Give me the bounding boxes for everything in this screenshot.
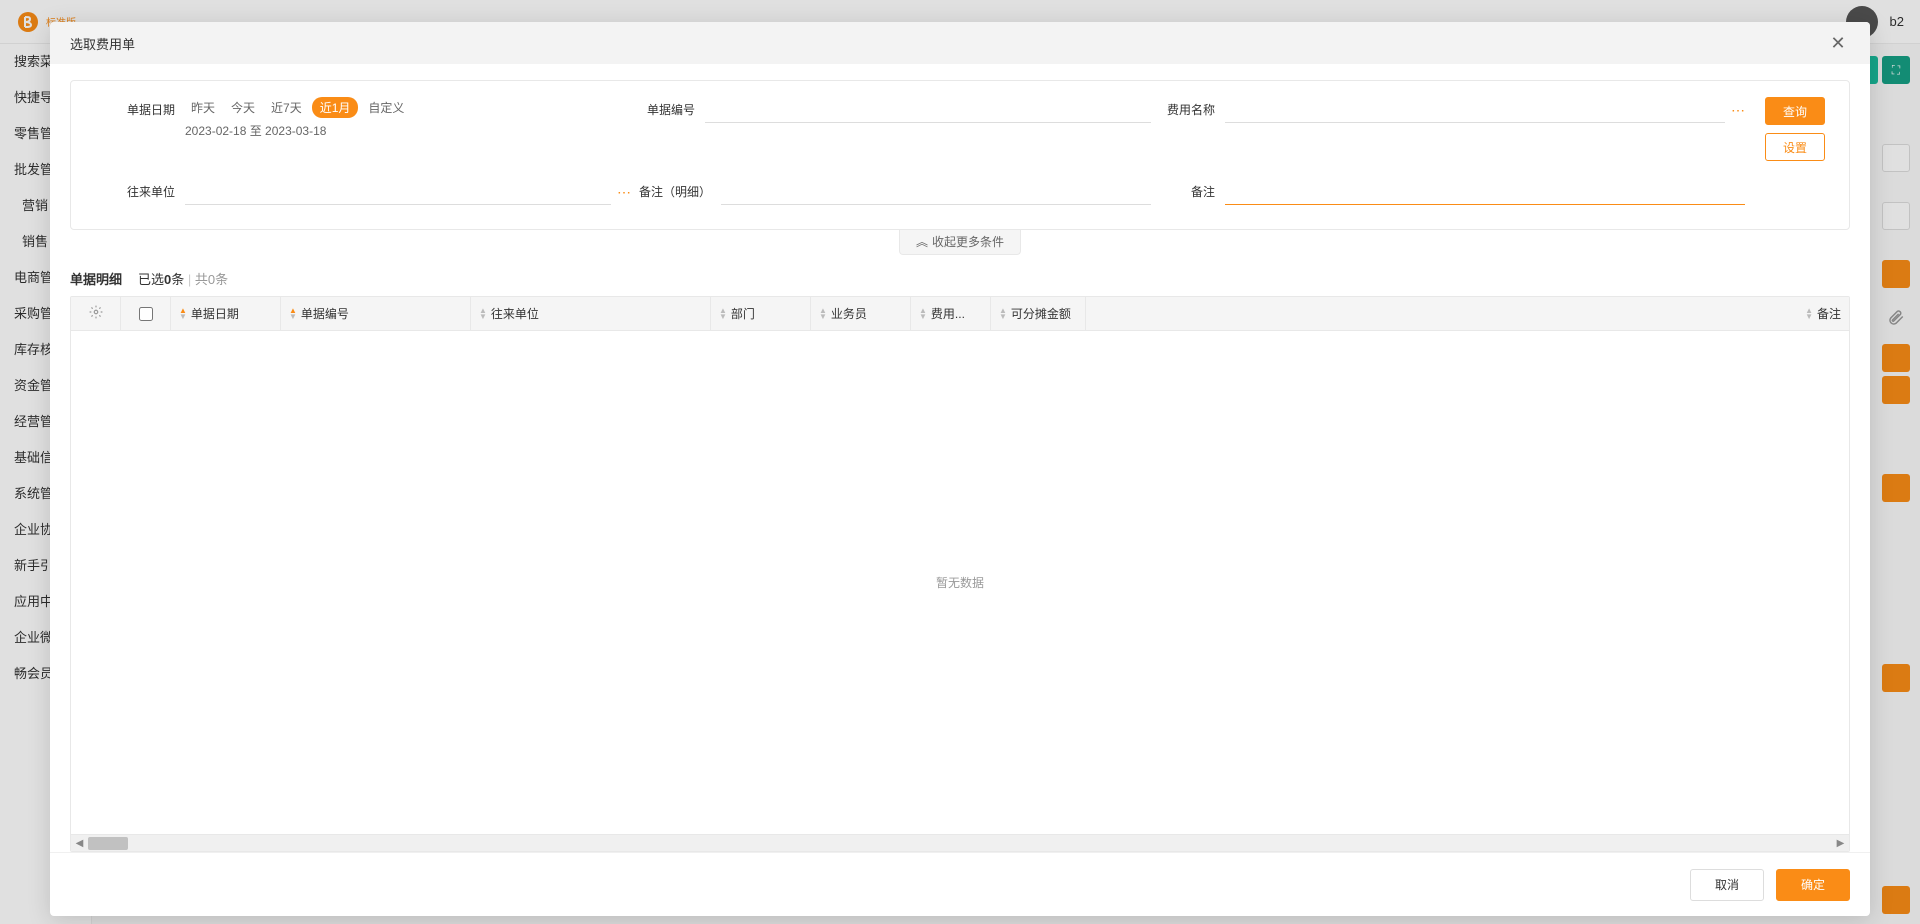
remark-input[interactable] bbox=[1225, 179, 1745, 205]
column-header-amount[interactable]: ▲▼ 可分摊金额 bbox=[991, 297, 1086, 330]
sort-icon: ▲▼ bbox=[1805, 308, 1813, 320]
column-header-remark[interactable]: ▲▼ 备注 bbox=[1086, 297, 1849, 330]
modal-title: 选取费用单 bbox=[70, 34, 135, 53]
fee-name-lookup-icon[interactable]: ⋯ bbox=[1731, 102, 1745, 119]
cancel-button[interactable]: 取消 bbox=[1690, 869, 1764, 901]
sort-icon: ▲▼ bbox=[919, 308, 927, 320]
date-chip-7days[interactable]: 近7天 bbox=[265, 97, 308, 118]
sort-icon: ▲▼ bbox=[999, 308, 1007, 320]
sort-icon: ▲▼ bbox=[819, 308, 827, 320]
filter-label-remark: 备注 bbox=[1151, 179, 1215, 205]
column-header-sales[interactable]: ▲▼ 业务员 bbox=[811, 297, 911, 330]
collapse-filters-button[interactable]: ︽ 收起更多条件 bbox=[899, 229, 1021, 255]
sort-icon: ▲▼ bbox=[719, 308, 727, 320]
date-chip-1month[interactable]: 近1月 bbox=[312, 97, 359, 118]
filter-label-fee: 费用名称 bbox=[1151, 97, 1215, 123]
date-chip-custom[interactable]: 自定义 bbox=[362, 97, 410, 118]
column-header-code[interactable]: ▲▼ 单据编号 bbox=[281, 297, 471, 330]
column-checkbox[interactable] bbox=[121, 297, 171, 330]
sort-icon: ▲▼ bbox=[179, 308, 187, 320]
scroll-right-arrow-icon[interactable]: ▶ bbox=[1832, 835, 1849, 852]
column-header-fee[interactable]: ▲▼ 费用... bbox=[911, 297, 991, 330]
sort-icon: ▲▼ bbox=[289, 308, 297, 320]
select-all-checkbox[interactable] bbox=[139, 307, 153, 321]
horizontal-scrollbar[interactable]: ◀ ▶ bbox=[71, 834, 1849, 851]
table-body: 暂无数据 bbox=[71, 331, 1849, 834]
table-title: 单据明细 bbox=[70, 269, 122, 288]
modal-dialog: 选取费用单 ✕ 单据日期 昨天 今天 近7天 近1月 bbox=[50, 22, 1870, 916]
collapse-label: 收起更多条件 bbox=[932, 233, 1004, 250]
modal-header: 选取费用单 ✕ bbox=[50, 22, 1870, 64]
scrollbar-thumb[interactable] bbox=[88, 837, 128, 850]
scroll-left-arrow-icon[interactable]: ◀ bbox=[71, 835, 88, 852]
close-icon[interactable]: ✕ bbox=[1826, 31, 1850, 55]
filter-label-detail-remark: 备注（明细） bbox=[631, 179, 711, 205]
data-table: ▲▼ 单据日期 ▲▼ 单据编号 ▲▼ 往来单位 ▲▼ 部门 bbox=[70, 296, 1850, 852]
column-header-date[interactable]: ▲▼ 单据日期 bbox=[171, 297, 281, 330]
query-button[interactable]: 查询 bbox=[1765, 97, 1825, 125]
detail-remark-input[interactable] bbox=[721, 179, 1151, 205]
column-settings[interactable] bbox=[71, 297, 121, 330]
filter-panel: 单据日期 昨天 今天 近7天 近1月 自定义 2023-02-18 至 2023… bbox=[70, 80, 1850, 230]
chevron-up-icon: ︽ bbox=[916, 233, 928, 250]
selected-count: 已选0条 | 共0条 bbox=[138, 269, 228, 288]
modal-footer: 取消 确定 bbox=[50, 852, 1870, 916]
gear-icon bbox=[89, 305, 103, 322]
filter-label-date: 单据日期 bbox=[111, 97, 175, 123]
settings-button[interactable]: 设置 bbox=[1765, 133, 1825, 161]
column-header-corp[interactable]: ▲▼ 往来单位 bbox=[471, 297, 711, 330]
date-range-text: 2023-02-18 至 2023-03-18 bbox=[185, 122, 631, 139]
filter-label-code: 单据编号 bbox=[631, 97, 695, 123]
date-chip-yesterday[interactable]: 昨天 bbox=[185, 97, 221, 118]
corp-input[interactable] bbox=[185, 179, 611, 205]
column-header-dept[interactable]: ▲▼ 部门 bbox=[711, 297, 811, 330]
modal-overlay: 选取费用单 ✕ 单据日期 昨天 今天 近7天 近1月 bbox=[0, 0, 1920, 924]
sort-icon: ▲▼ bbox=[479, 308, 487, 320]
empty-state-text: 暂无数据 bbox=[936, 574, 984, 591]
confirm-button[interactable]: 确定 bbox=[1776, 869, 1850, 901]
fee-name-input[interactable] bbox=[1225, 97, 1725, 123]
code-input[interactable] bbox=[705, 97, 1151, 123]
table-header: ▲▼ 单据日期 ▲▼ 单据编号 ▲▼ 往来单位 ▲▼ 部门 bbox=[71, 297, 1849, 331]
date-chip-today[interactable]: 今天 bbox=[225, 97, 261, 118]
corp-lookup-icon[interactable]: ⋯ bbox=[617, 184, 631, 201]
filter-label-corp: 往来单位 bbox=[111, 179, 175, 205]
